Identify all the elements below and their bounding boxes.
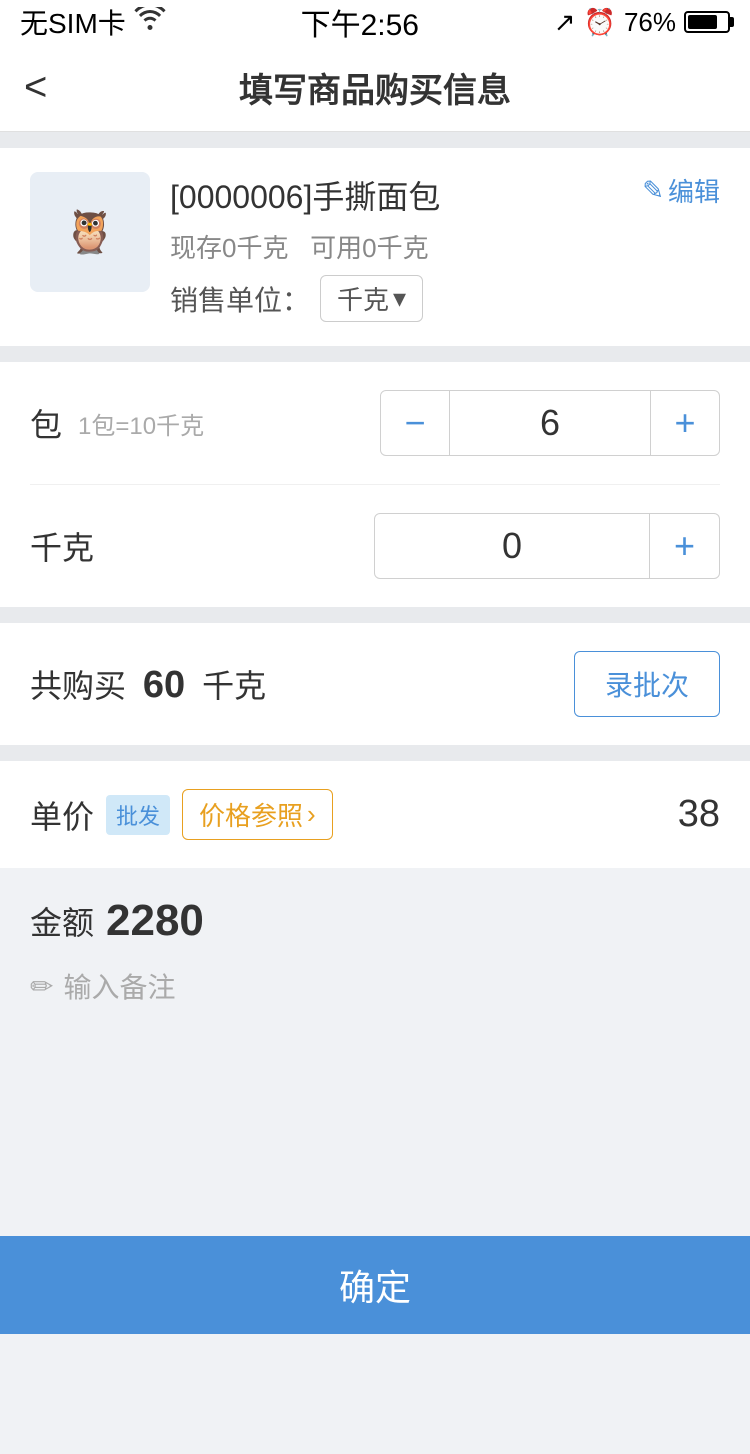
product-thumb-icon: 🦉 bbox=[64, 208, 116, 257]
kg-label: 千克 bbox=[30, 523, 94, 569]
status-right: ↗ ⏰ 76% bbox=[554, 7, 730, 38]
product-thumbnail: 🦉 bbox=[30, 172, 150, 292]
unit-select[interactable]: 千克 ▾ bbox=[320, 275, 423, 322]
divider-4 bbox=[0, 745, 750, 761]
batch-button[interactable]: 录批次 bbox=[574, 651, 720, 717]
kg-input[interactable] bbox=[374, 513, 650, 579]
product-card: 🦉 [0000006]手撕面包 现存0千克 可用0千克 销售单位： 千克 ▾ ✎… bbox=[0, 148, 750, 346]
price-type-tag: 批发 bbox=[106, 795, 170, 835]
remark-row[interactable]: ✏ 输入备注 bbox=[30, 966, 720, 1026]
total-amount: 60 bbox=[143, 664, 185, 706]
bao-label: 包 1包=10千克 bbox=[30, 400, 204, 446]
total-text: 共购买 60 千克 bbox=[30, 661, 266, 707]
form-row-kg: 千克 + bbox=[30, 485, 720, 607]
pencil-icon: ✏ bbox=[30, 970, 53, 1003]
carrier-label: 无SIM卡 bbox=[20, 2, 126, 42]
amount-value: 2280 bbox=[106, 896, 204, 946]
amount-label: 金额 bbox=[30, 898, 94, 944]
kg-quantity-control: + bbox=[374, 513, 720, 579]
product-stock: 现存0千克 可用0千克 bbox=[170, 228, 720, 265]
product-name: [0000006]手撕面包 bbox=[170, 172, 720, 218]
divider-1 bbox=[0, 132, 750, 148]
divider-3 bbox=[0, 607, 750, 623]
total-row: 共购买 60 千克 录批次 bbox=[0, 623, 750, 745]
status-left: 无SIM卡 bbox=[20, 2, 166, 42]
chevron-down-icon: ▾ bbox=[393, 283, 406, 314]
divider-2 bbox=[0, 346, 750, 362]
kg-plus-button[interactable]: + bbox=[650, 513, 720, 579]
price-value: 38 bbox=[678, 793, 720, 836]
back-arrow-icon: < bbox=[24, 65, 47, 110]
bao-input[interactable] bbox=[450, 390, 650, 456]
edit-icon: ✎ bbox=[642, 175, 664, 206]
bao-quantity-control: − + bbox=[380, 390, 720, 456]
amount-row: 金额 2280 bbox=[30, 896, 720, 966]
bao-plus-button[interactable]: + bbox=[650, 390, 720, 456]
price-row: 单价 批发 价格参照 › 38 bbox=[30, 789, 720, 840]
edit-button[interactable]: ✎ 编辑 bbox=[642, 172, 720, 209]
page-title: 填写商品购买信息 bbox=[239, 63, 511, 112]
form-row-bao: 包 1包=10千克 − + bbox=[30, 362, 720, 485]
location-icon: ↗ bbox=[554, 7, 576, 38]
product-unit: 销售单位： 千克 ▾ bbox=[170, 275, 720, 322]
alarm-icon: ⏰ bbox=[584, 7, 616, 38]
price-ref-button[interactable]: 价格参照 › bbox=[182, 789, 333, 840]
amount-section: 金额 2280 ✏ 输入备注 bbox=[0, 868, 750, 1054]
form-section: 包 1包=10千克 − + 千克 + bbox=[0, 362, 750, 607]
price-section: 单价 批发 价格参照 › 38 bbox=[0, 761, 750, 868]
status-time: 下午2:56 bbox=[301, 0, 419, 44]
battery-icon bbox=[684, 11, 730, 33]
remark-placeholder: 输入备注 bbox=[63, 966, 175, 1006]
status-bar: 无SIM卡 下午2:56 ↗ ⏰ 76% bbox=[0, 0, 750, 44]
bao-minus-button[interactable]: − bbox=[380, 390, 450, 456]
product-info: [0000006]手撕面包 现存0千克 可用0千克 销售单位： 千克 ▾ bbox=[170, 172, 720, 322]
battery-label: 76% bbox=[624, 7, 676, 38]
price-label: 单价 bbox=[30, 792, 94, 838]
confirm-button[interactable]: 确定 bbox=[0, 1236, 750, 1334]
chevron-right-icon: › bbox=[307, 799, 316, 830]
bao-hint: 1包=10千克 bbox=[78, 406, 204, 441]
nav-bar: < 填写商品购买信息 bbox=[0, 44, 750, 132]
wifi-icon bbox=[134, 6, 166, 38]
back-button[interactable]: < bbox=[24, 65, 47, 110]
